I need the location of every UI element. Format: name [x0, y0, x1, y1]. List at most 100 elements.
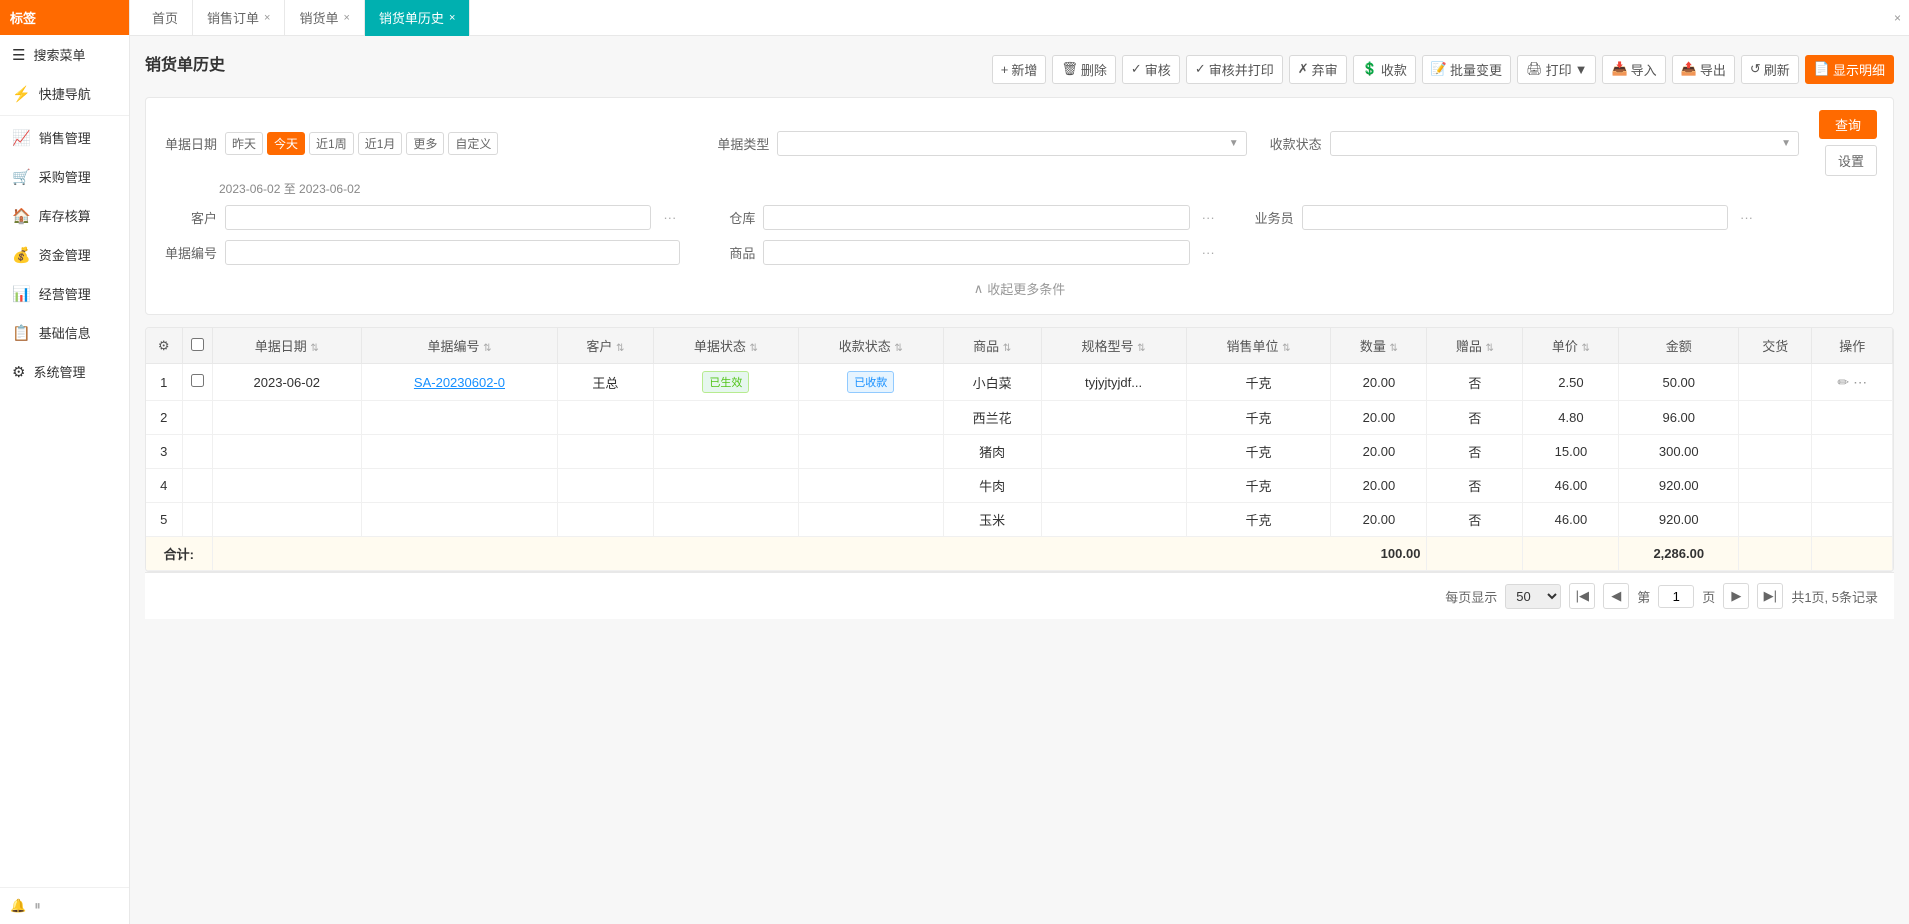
row-checkbox[interactable]: [182, 401, 212, 435]
row-no: 2: [146, 401, 182, 435]
batch-change-button[interactable]: 📝 批量变更: [1422, 55, 1511, 84]
show-detail-button[interactable]: 📄 显示明细: [1805, 55, 1894, 84]
date-btn-yesterday[interactable]: 昨天: [225, 132, 263, 155]
th-spec[interactable]: 规格型号 ⇅: [1041, 328, 1186, 364]
sidebar-item-search-menu[interactable]: ☰ 搜索菜单: [0, 35, 129, 74]
sort-icon-goods[interactable]: ⇅: [1003, 343, 1011, 354]
refresh-button[interactable]: ↺ 刷新: [1741, 55, 1799, 84]
pause-icon[interactable]: ⏸: [34, 898, 41, 914]
row-select-checkbox[interactable]: [191, 374, 204, 387]
customer-dots[interactable]: ···: [659, 210, 680, 225]
date-btn-last7[interactable]: 近1周: [309, 132, 354, 155]
print-button[interactable]: 🖨 打印 ▼: [1517, 55, 1596, 84]
th-settings[interactable]: ⚙: [146, 328, 182, 364]
staff-input[interactable]: [1302, 205, 1728, 230]
row-action[interactable]: [1812, 401, 1893, 435]
th-qty[interactable]: 数量 ⇅: [1331, 328, 1427, 364]
doc-type-select[interactable]: [777, 131, 1246, 156]
per-page-select[interactable]: 50 10 20 100: [1505, 584, 1561, 609]
sidebar-item-sales-mgmt[interactable]: 📈 销售管理: [0, 118, 129, 157]
tab-sales-history[interactable]: 销货单历史 ×: [365, 0, 470, 36]
tab-sales-order[interactable]: 销售订单 ×: [193, 0, 285, 36]
sort-icon-collect-status[interactable]: ⇅: [894, 343, 902, 354]
filter-row-3: 单据编号 商品 ···: [162, 240, 1877, 265]
row-action[interactable]: [1812, 435, 1893, 469]
export-button[interactable]: 📤 导出: [1672, 55, 1735, 84]
th-customer[interactable]: 客户 ⇅: [557, 328, 653, 364]
date-btn-last-month[interactable]: 近1月: [358, 132, 403, 155]
tab-sales-history-close[interactable]: ×: [449, 12, 455, 24]
sort-icon-doc-status[interactable]: ⇅: [749, 343, 757, 354]
tab-close-all[interactable]: ×: [1894, 11, 1901, 25]
th-doc-date[interactable]: 单据日期 ⇅: [212, 328, 362, 364]
audit-button[interactable]: ✓ 审核: [1122, 55, 1180, 84]
sidebar-item-label: 快捷导航: [39, 84, 91, 103]
goods-dots[interactable]: ···: [1198, 245, 1219, 260]
sort-icon-unit[interactable]: ⇅: [1282, 343, 1290, 354]
row-checkbox[interactable]: [182, 364, 212, 401]
row-checkbox[interactable]: [182, 435, 212, 469]
edit-icon[interactable]: ✏: [1837, 374, 1849, 391]
sort-icon-unit-price[interactable]: ⇅: [1582, 343, 1590, 354]
date-btn-custom[interactable]: 自定义: [448, 132, 498, 155]
last-page-button[interactable]: ▶|: [1757, 583, 1783, 609]
sort-icon-qty[interactable]: ⇅: [1390, 343, 1398, 354]
doc-no-link[interactable]: SA-20230602-0: [414, 375, 505, 390]
th-gift[interactable]: 赠品 ⇅: [1427, 328, 1523, 364]
notification-icon[interactable]: 🔔: [10, 898, 26, 914]
more-icon[interactable]: ⋯: [1853, 374, 1867, 391]
sort-icon-doc-date[interactable]: ⇅: [310, 343, 318, 354]
collect-button[interactable]: 💲 收款: [1353, 55, 1416, 84]
settings-button[interactable]: 设置: [1825, 145, 1877, 176]
sidebar-item-operations[interactable]: 📊 经营管理: [0, 274, 129, 313]
collect-status-select[interactable]: [1330, 131, 1799, 156]
date-btn-today[interactable]: 今天: [267, 132, 305, 155]
first-page-button[interactable]: |◀: [1569, 583, 1595, 609]
sidebar-item-purchase-mgmt[interactable]: 🛒 采购管理: [0, 157, 129, 196]
select-all-checkbox[interactable]: [191, 338, 204, 351]
row-doc-no[interactable]: SA-20230602-0: [362, 364, 558, 401]
abandon-button[interactable]: ✗ 弃审: [1289, 55, 1347, 84]
th-unit[interactable]: 销售单位 ⇅: [1186, 328, 1331, 364]
sidebar-item-finance[interactable]: 💰 资金管理: [0, 235, 129, 274]
staff-dots[interactable]: ···: [1736, 210, 1757, 225]
row-action[interactable]: ✏⋯: [1812, 364, 1893, 401]
row-checkbox[interactable]: [182, 503, 212, 537]
query-button[interactable]: 查询: [1819, 110, 1877, 139]
tab-sales-goods[interactable]: 销货单 ×: [285, 0, 364, 36]
tab-sales-order-close[interactable]: ×: [264, 12, 270, 24]
add-button[interactable]: + 新增: [992, 55, 1047, 84]
th-doc-status[interactable]: 单据状态 ⇅: [653, 328, 798, 364]
tab-sales-goods-close[interactable]: ×: [343, 12, 349, 24]
sidebar-bottom: 🔔 ⏸: [0, 887, 129, 924]
prev-page-button[interactable]: ◀: [1603, 583, 1629, 609]
th-collect-status[interactable]: 收款状态 ⇅: [798, 328, 943, 364]
next-page-button[interactable]: ▶: [1723, 583, 1749, 609]
sidebar-item-basic-info[interactable]: 📋 基础信息: [0, 313, 129, 352]
warehouse-dots[interactable]: ···: [1198, 210, 1219, 225]
doc-no-input[interactable]: [225, 240, 680, 265]
row-action[interactable]: [1812, 503, 1893, 537]
th-goods[interactable]: 商品 ⇅: [943, 328, 1041, 364]
page-number-input[interactable]: [1658, 585, 1694, 608]
th-unit-price[interactable]: 单价 ⇅: [1523, 328, 1619, 364]
goods-input[interactable]: [763, 240, 1189, 265]
sort-icon-doc-no[interactable]: ⇅: [483, 343, 491, 354]
sidebar-item-inventory[interactable]: 🏠 库存核算: [0, 196, 129, 235]
row-checkbox[interactable]: [182, 469, 212, 503]
delete-button[interactable]: 🗑 删除: [1052, 55, 1116, 84]
sort-icon-gift[interactable]: ⇅: [1486, 343, 1494, 354]
row-action[interactable]: [1812, 469, 1893, 503]
sort-icon-spec[interactable]: ⇅: [1137, 343, 1145, 354]
sidebar-item-quick-nav[interactable]: ⚡ 快捷导航: [0, 74, 129, 113]
sort-icon-customer[interactable]: ⇅: [616, 343, 624, 354]
th-doc-no[interactable]: 单据编号 ⇅: [362, 328, 558, 364]
audit-print-button[interactable]: ✓ 审核并打印: [1186, 55, 1283, 84]
customer-input[interactable]: [225, 205, 651, 230]
import-button[interactable]: 📥 导入: [1602, 55, 1665, 84]
date-btn-more[interactable]: 更多: [406, 132, 444, 155]
tab-home[interactable]: 首页: [138, 0, 193, 36]
sidebar-item-system-mgmt[interactable]: ⚙ 系统管理: [0, 352, 129, 391]
collapse-button[interactable]: ∧ 收起更多条件: [162, 275, 1877, 302]
warehouse-input[interactable]: [763, 205, 1189, 230]
